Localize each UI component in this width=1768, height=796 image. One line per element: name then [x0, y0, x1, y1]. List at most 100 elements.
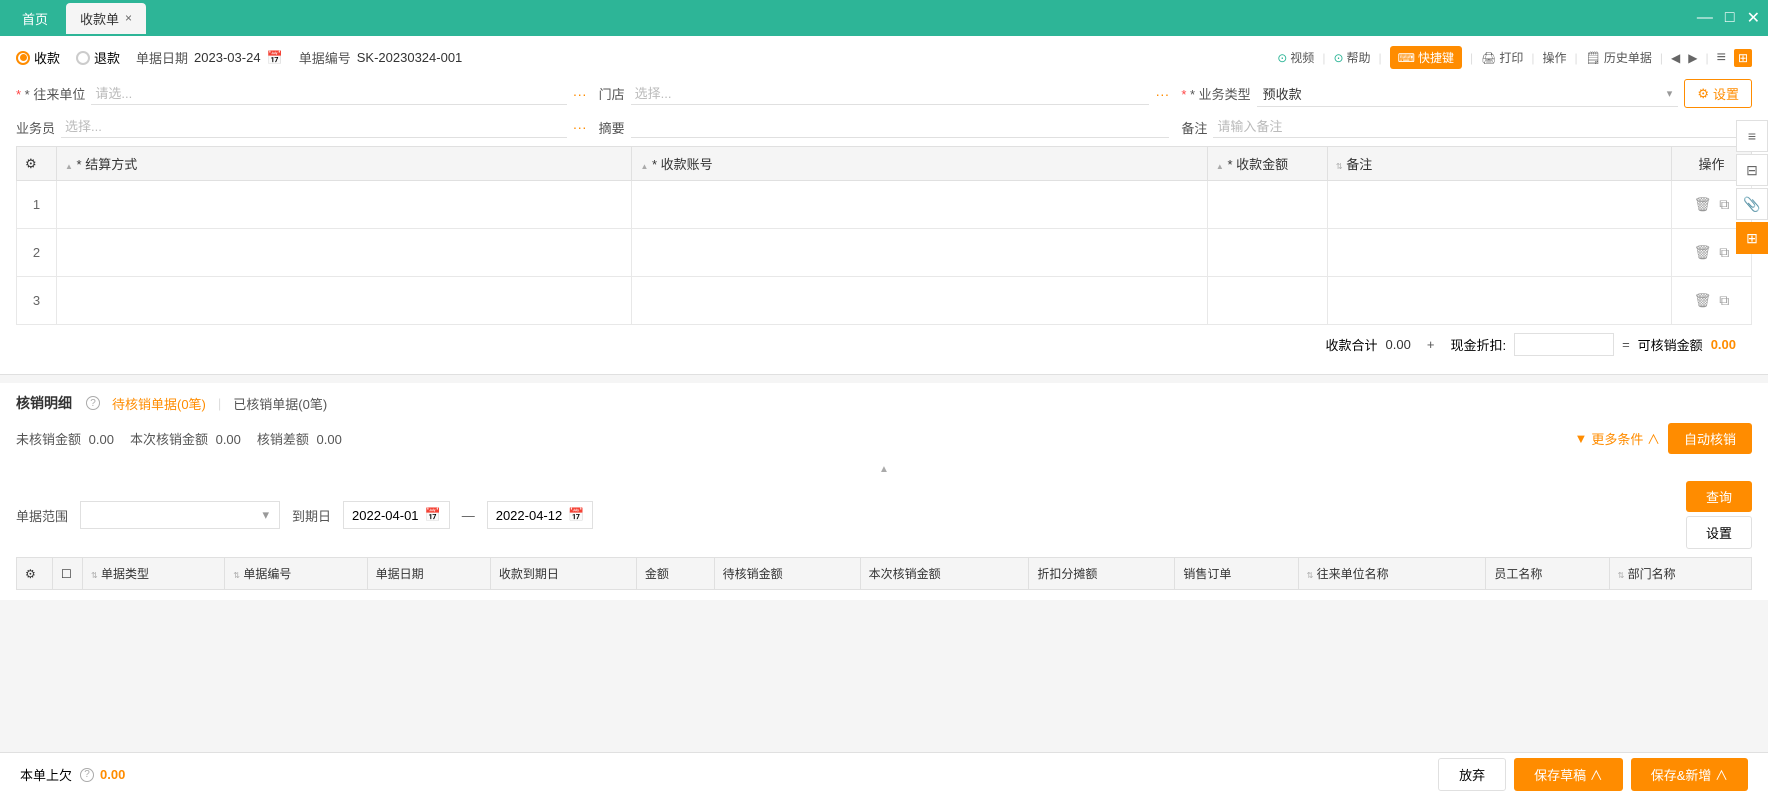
save-draft-button[interactable]: 保存草稿 ∧ [1514, 758, 1623, 791]
collapse-indicator[interactable]: ▲ [16, 464, 1752, 475]
table-amount-header: * 收款金额 [1207, 147, 1327, 181]
note-input[interactable] [1213, 116, 1752, 138]
copy-row-2[interactable]: ⧉ [1719, 244, 1729, 260]
toolbar-video[interactable]: ⊙ 视频 [1277, 49, 1314, 66]
bottom-bar: 本单上欠 ? 0.00 放弃 保存草稿 ∧ 保存&新增 ∧ [0, 752, 1768, 796]
vtable-amount-header: 金额 [636, 558, 714, 590]
tab-close-icon[interactable]: × [125, 11, 132, 25]
row-amount-1[interactable] [1207, 181, 1327, 229]
due-date-end-value: 2022-04-12 [496, 508, 563, 523]
copy-row-1[interactable]: ⧉ [1719, 196, 1729, 212]
note-field: 备注 [1181, 116, 1752, 138]
copy-row-3[interactable]: ⧉ [1719, 292, 1729, 308]
row-note-3[interactable] [1327, 277, 1671, 325]
sidebar-icon-calc[interactable]: ⊟ [1736, 154, 1768, 186]
biztype-value: 预收款 [1263, 84, 1663, 103]
verify-header: 核销明细 ? 待核销单据(0笔) | 已核销单据(0笔) [16, 393, 1752, 413]
calendar-icon[interactable]: 📅 [267, 50, 283, 66]
vtable-checkbox-header[interactable]: ☐ [53, 558, 83, 590]
radio-shoukuan[interactable]: 收款 [16, 48, 60, 67]
salesman-input[interactable] [61, 116, 567, 138]
query-button[interactable]: 查询 [1686, 481, 1752, 512]
row-amount-2[interactable] [1207, 229, 1327, 277]
sidebar-icon-active[interactable]: ⊞ [1736, 222, 1768, 254]
toolbar-print[interactable]: 🖨 打印 [1481, 49, 1523, 66]
counterparty-field: * 往来单位 ··· [16, 79, 587, 108]
row-account-2[interactable] [632, 229, 1207, 277]
row-num-1: 1 [17, 181, 57, 229]
row-note-2[interactable] [1327, 229, 1671, 277]
verify-settings-button[interactable]: 设置 [1686, 516, 1752, 549]
abandon-button[interactable]: 放弃 [1438, 758, 1506, 791]
print-label: 打印 [1499, 49, 1523, 66]
due-date-start-input[interactable]: 2022-04-01 📅 [343, 501, 450, 529]
sidebar-icon-table[interactable]: ≡ [1736, 120, 1768, 152]
range-select[interactable]: ▾ [80, 501, 280, 529]
verify-info-icon[interactable]: ? [86, 396, 100, 410]
gear-icon: ⚙ [25, 156, 37, 171]
available-label: 可核销金额 [1638, 335, 1703, 354]
table-gear-header[interactable]: ⚙ [17, 147, 57, 181]
row-settlement-1[interactable] [57, 181, 632, 229]
sort-up-icon3 [1216, 162, 1224, 171]
plus-symbol: + [1427, 337, 1435, 352]
row-account-1[interactable] [632, 181, 1207, 229]
due-date-start-value: 2022-04-01 [352, 508, 419, 523]
delete-row-2[interactable]: 🗑 [1694, 244, 1712, 260]
counterparty-input[interactable] [91, 83, 566, 105]
window-close-icon[interactable]: ✕ [1747, 8, 1760, 28]
row-amount-3[interactable] [1207, 277, 1327, 325]
toolbar-help[interactable]: ⊙ 帮助 [1333, 49, 1370, 66]
verify-stats: 未核销金额 0.00 本次核销金额 0.00 核销差额 0.00 ▼ 更多条件 … [16, 423, 1752, 454]
salesman-more[interactable]: ··· [573, 119, 587, 135]
more-conditions[interactable]: ▼ 更多条件 ∧ [1574, 429, 1660, 448]
discount-input[interactable] [1514, 333, 1614, 356]
date-start-calendar-icon: 📅 [425, 507, 441, 523]
nav-right-icon[interactable]: ▶ [1688, 51, 1697, 65]
row-account-3[interactable] [632, 277, 1207, 325]
auto-verify-button[interactable]: 自动核销 [1668, 423, 1752, 454]
minimize-icon[interactable]: — [1697, 9, 1713, 27]
vtable-billno-header: ⇅ 单据编号 [225, 558, 367, 590]
vtable-gear-header[interactable]: ⚙ [17, 558, 53, 590]
form-row-1: * 往来单位 ··· 门店 ··· * 业务类型 预收款 ▾ ⚙ 设置 [16, 79, 1752, 108]
bottom-info-icon[interactable]: ? [80, 768, 94, 782]
tab-pending[interactable]: 待核销单据(0笔) [112, 394, 206, 413]
list-view-icon[interactable]: ≡ [1717, 49, 1726, 67]
row-note-1[interactable] [1327, 181, 1671, 229]
tab-done[interactable]: 已核销单据(0笔) [233, 394, 327, 413]
due-date-end-input[interactable]: 2022-04-12 📅 [487, 501, 594, 529]
bill-no-group: 单据编号 SK-20230324-001 [299, 48, 463, 67]
sort-up-icon [65, 162, 73, 171]
right-sidebar: ≡ ⊟ 📎 ⊞ [1736, 120, 1768, 254]
video-label: 视频 [1290, 49, 1314, 66]
settings-button[interactable]: ⚙ 设置 [1684, 79, 1752, 108]
tab-home[interactable]: 首页 [8, 3, 62, 34]
maximize-icon[interactable]: □ [1725, 9, 1735, 27]
grid-view-icon[interactable]: ⊞ [1734, 49, 1752, 67]
store-more[interactable]: ··· [1155, 86, 1169, 102]
counterparty-more[interactable]: ··· [573, 86, 587, 102]
toolbar-operation[interactable]: 操作 [1542, 49, 1566, 66]
vtable-counterparty-header: ⇅ 往来单位名称 [1298, 558, 1486, 590]
save-new-button[interactable]: 保存&新增 ∧ [1631, 758, 1748, 791]
unchecked-stat: 未核销金额 0.00 [16, 429, 114, 448]
delete-row-3[interactable]: 🗑 [1694, 292, 1712, 308]
nav-left-icon[interactable]: ◀ [1671, 51, 1680, 65]
tab-home-label: 首页 [22, 9, 48, 28]
toolbar-shortcut[interactable]: ⌨ 快捷键 [1390, 46, 1462, 69]
row-settlement-2[interactable] [57, 229, 632, 277]
summary-input[interactable] [631, 116, 1170, 138]
tab-separator: | [218, 396, 221, 411]
form-toolbar-right: ⊙ 视频 | ⊙ 帮助 | ⌨ 快捷键 | 🖨 打印 | [1277, 46, 1752, 69]
radio-tuikuan[interactable]: 退款 [76, 48, 120, 67]
sidebar-icon-clip[interactable]: 📎 [1736, 188, 1768, 220]
toolbar-history[interactable]: 🗒 历史单据 [1586, 49, 1652, 66]
delete-row-1[interactable]: 🗑 [1694, 196, 1712, 212]
store-input[interactable] [631, 83, 1150, 105]
salesman-field: 业务员 ··· [16, 116, 587, 138]
tab-shoukuan[interactable]: 收款单 × [66, 3, 146, 34]
row-settlement-3[interactable] [57, 277, 632, 325]
vtable-dept-header: ⇅ 部门名称 [1609, 558, 1751, 590]
biztype-select[interactable]: 预收款 ▾ [1257, 81, 1679, 107]
